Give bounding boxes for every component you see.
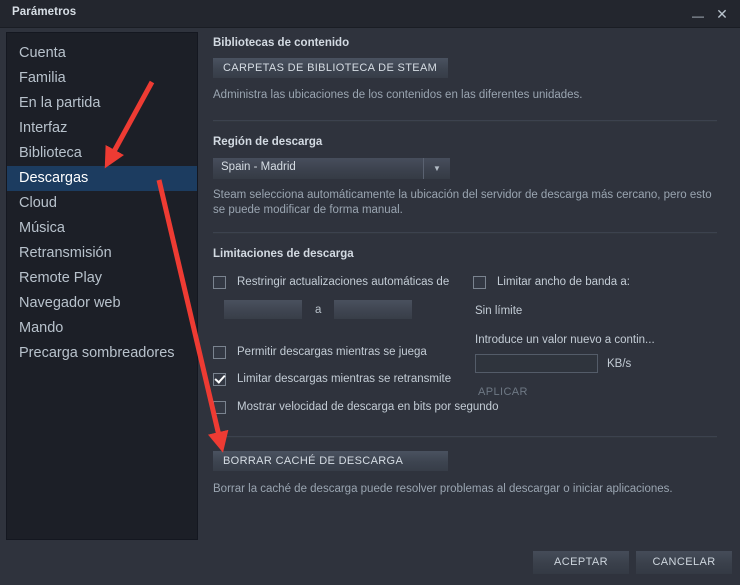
bandwidth-unit-label: KB/s <box>607 357 632 370</box>
limit-downloads-while-streaming-checkbox[interactable] <box>213 372 226 386</box>
sidebar-item-label: Mando <box>19 320 64 336</box>
restrict-auto-updates-checkbox[interactable] <box>213 275 226 289</box>
sidebar-item-navegador-web[interactable]: Navegador web <box>7 291 197 316</box>
download-region-dropdown[interactable]: Spain - Madrid ▼ <box>213 158 450 179</box>
sidebar-item-label: Cloud <box>19 195 57 211</box>
sidebar-item-retransmision[interactable]: Retransmisión <box>7 241 197 266</box>
sidebar-item-label: Familia <box>19 70 66 86</box>
sidebar-item-label: Navegador web <box>19 295 121 311</box>
close-icon[interactable]: ✕ <box>712 4 732 24</box>
dialog-footer: ACEPTAR CANCELAR <box>0 540 740 585</box>
bandwidth-value-input[interactable] <box>475 354 598 373</box>
download-region-hint: Steam selecciona automáticamente la ubic… <box>213 189 712 216</box>
settings-window: Parámetros — ✕ Cuenta Familia En la part… <box>0 0 740 585</box>
show-speed-in-bits-label: Mostrar velocidad de descarga en bits po… <box>237 401 499 413</box>
sidebar-item-cloud[interactable]: Cloud <box>7 191 197 216</box>
download-region-title: Región de descarga <box>213 136 323 148</box>
cancel-button[interactable]: CANCELAR <box>636 551 732 574</box>
settings-sidebar: Cuenta Familia En la partida Interfaz Bi… <box>6 32 198 540</box>
apply-bandwidth-button[interactable]: APLICAR <box>475 386 528 398</box>
clear-download-cache-button[interactable]: BORRAR CACHÉ DE DESCARGA <box>213 451 448 471</box>
chevron-down-icon[interactable]: ▼ <box>423 158 450 179</box>
minimize-icon[interactable]: — <box>688 4 708 24</box>
sidebar-item-label: Descargas <box>19 170 89 186</box>
bandwidth-input-row: KB/s <box>475 354 631 373</box>
bandwidth-new-value-hint: Introduce un valor nuevo a contin... <box>475 334 655 346</box>
divider-3 <box>213 436 717 438</box>
limit-downloads-while-streaming-label: Limitar descargas mientras se retransmit… <box>237 373 452 385</box>
sidebar-item-label: Remote Play <box>19 270 103 286</box>
limit-downloads-while-streaming-row[interactable]: Limitar descargas mientras se retransmit… <box>213 369 451 389</box>
allow-downloads-while-playing-row[interactable]: Permitir descargas mientras se juega <box>213 342 427 362</box>
sidebar-item-biblioteca[interactable]: Biblioteca <box>7 141 197 166</box>
sidebar-item-mando[interactable]: Mando <box>7 316 197 341</box>
download-cache-hint: Borrar la caché de descarga puede resolv… <box>213 483 673 495</box>
title-bar: Parámetros — ✕ <box>0 0 740 28</box>
accept-button[interactable]: ACEPTAR <box>533 551 629 574</box>
settings-content-panel: Bibliotecas de contenido CARPETAS DE BIB… <box>205 32 732 532</box>
download-region-value: Spain - Madrid <box>221 161 296 173</box>
sidebar-item-label: Biblioteca <box>19 145 82 161</box>
sidebar-item-descargas[interactable]: Descargas <box>7 166 197 191</box>
content-libraries-hint: Administra las ubicaciones de los conten… <box>213 89 583 101</box>
auto-update-to-select[interactable] <box>334 300 413 319</box>
steam-library-folders-button[interactable]: CARPETAS DE BIBLIOTECA DE STEAM <box>213 58 448 78</box>
limit-bandwidth-row[interactable]: Limitar ancho de banda a: <box>473 272 630 292</box>
restrict-auto-updates-row[interactable]: Restringir actualizaciones automáticas d… <box>213 272 449 292</box>
restrict-auto-updates-label: Restringir actualizaciones automáticas d… <box>237 276 450 288</box>
allow-downloads-while-playing-label: Permitir descargas mientras se juega <box>237 346 427 358</box>
divider-2 <box>213 232 717 234</box>
sidebar-item-label: Música <box>19 220 65 236</box>
download-limits-title: Limitaciones de descarga <box>213 248 354 260</box>
sidebar-item-familia[interactable]: Familia <box>7 66 197 91</box>
sidebar-item-precarga-sombreadores[interactable]: Precarga sombreadores <box>7 341 197 366</box>
sidebar-item-label: En la partida <box>19 95 101 111</box>
content-libraries-title: Bibliotecas de contenido <box>213 37 350 49</box>
auto-update-time-range: a <box>224 300 413 319</box>
sidebar-item-cuenta[interactable]: Cuenta <box>7 41 197 66</box>
window-title: Parámetros <box>12 6 77 18</box>
sidebar-item-label: Retransmisión <box>19 245 112 261</box>
time-range-separator-label: a <box>315 303 322 316</box>
sidebar-nav-list: Cuenta Familia En la partida Interfaz Bi… <box>7 33 197 366</box>
sidebar-item-label: Cuenta <box>19 45 66 61</box>
limit-bandwidth-checkbox[interactable] <box>473 275 486 289</box>
sidebar-item-musica[interactable]: Música <box>7 216 197 241</box>
sidebar-item-label: Precarga sombreadores <box>19 345 175 361</box>
auto-update-from-select[interactable] <box>224 300 302 319</box>
sidebar-item-interfaz[interactable]: Interfaz <box>7 116 197 141</box>
sidebar-item-label: Interfaz <box>19 120 68 136</box>
bandwidth-current-value: Sin límite <box>475 305 523 317</box>
show-speed-in-bits-row[interactable]: Mostrar velocidad de descarga en bits po… <box>213 397 498 417</box>
limit-bandwidth-label: Limitar ancho de banda a: <box>497 276 630 288</box>
show-speed-in-bits-checkbox[interactable] <box>213 400 226 414</box>
divider-1 <box>213 120 717 122</box>
allow-downloads-while-playing-checkbox[interactable] <box>213 345 226 359</box>
sidebar-item-en-la-partida[interactable]: En la partida <box>7 91 197 116</box>
sidebar-item-remote-play[interactable]: Remote Play <box>7 266 197 291</box>
